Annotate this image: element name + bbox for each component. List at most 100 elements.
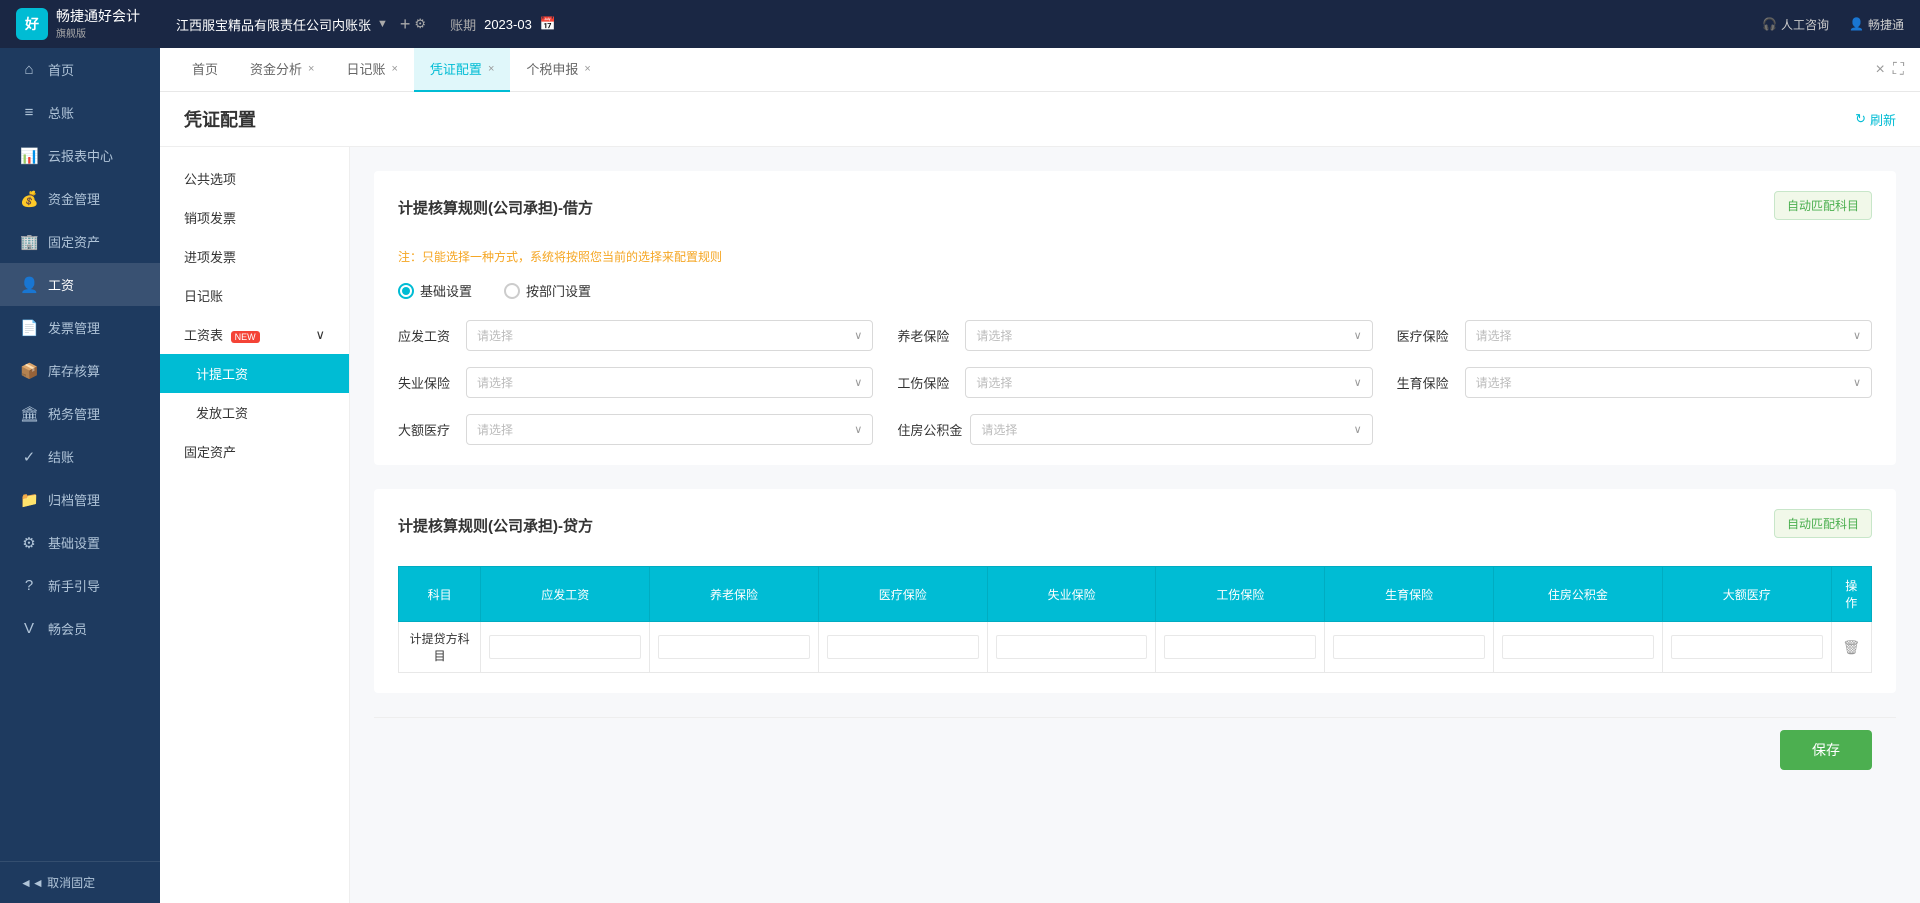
form-item-salary: 应发工资 请选择 ∨ — [398, 320, 873, 351]
tab-voucher-close-icon[interactable]: × — [488, 63, 494, 75]
td-maternity[interactable] — [1325, 622, 1494, 673]
td-unemployment[interactable] — [987, 622, 1156, 673]
input-large-medical[interactable] — [1671, 635, 1823, 659]
radio-dept-label: 按部门设置 — [526, 281, 591, 300]
left-nav-sales-invoice[interactable]: 销项发票 — [160, 198, 349, 237]
company-selector[interactable]: 江西服宝精品有限责任公司内账张 ▼ — [176, 15, 388, 34]
sidebar-label-inventory: 库存核算 — [48, 361, 100, 380]
select-medical[interactable]: 请选择 ∨ — [1465, 320, 1872, 351]
settings-icon[interactable]: ⚙ — [414, 16, 426, 32]
sidebar-item-salary[interactable]: 👤 工资 — [0, 263, 160, 306]
td-delete[interactable]: 🗑 — [1831, 622, 1871, 673]
input-maternity[interactable] — [1333, 635, 1485, 659]
calendar-icon[interactable]: 📅 — [540, 16, 556, 32]
sidebar-item-invoice[interactable]: 📄 发票管理 — [0, 306, 160, 349]
sidebar-item-inventory[interactable]: 📦 库存核算 — [0, 349, 160, 392]
th-pension: 养老保险 — [650, 567, 819, 622]
tab-journal-close-icon[interactable]: × — [391, 63, 397, 75]
left-nav-pay-salary[interactable]: 发放工资 — [160, 393, 349, 432]
left-nav-accrue-salary[interactable]: 计提工资 — [160, 354, 349, 393]
credit-title: 计提核算规则(公司承担)-贷方 — [398, 515, 593, 536]
tab-tax-label: 个税申报 — [526, 59, 578, 78]
radio-group: 基础设置 按部门设置 — [398, 281, 1872, 300]
sidebar-item-close[interactable]: ✓ 结账 — [0, 435, 160, 478]
delete-icon[interactable]: 🗑 — [1842, 639, 1860, 655]
label-medical: 医疗保险 — [1397, 326, 1457, 345]
input-housing[interactable] — [1502, 635, 1654, 659]
td-pension[interactable] — [650, 622, 819, 673]
user-area[interactable]: 👤 畅捷通 — [1849, 16, 1904, 33]
select-unemployment[interactable]: 请选择 ∨ — [466, 367, 873, 398]
left-nav-salary-group[interactable]: 工资表 NEW ∨ — [160, 315, 349, 354]
input-pension[interactable] — [658, 635, 810, 659]
td-salary[interactable] — [481, 622, 650, 673]
refresh-button[interactable]: ↻ 刷新 — [1855, 110, 1896, 129]
debit-auto-match-button[interactable]: 自动匹配科目 — [1774, 191, 1872, 220]
sidebar-item-settings[interactable]: ⚙ 基础设置 — [0, 521, 160, 564]
sidebar-item-tax[interactable]: 🏛 税务管理 — [0, 392, 160, 435]
input-medical[interactable] — [827, 635, 979, 659]
assets-icon: 🏢 — [20, 233, 38, 251]
select-injury-value: 请选择 — [976, 374, 1012, 391]
tab-funds-close-icon[interactable]: × — [308, 63, 314, 75]
logo-icon: 好 — [16, 8, 48, 40]
left-nav-salary-label: 工资表 — [184, 328, 223, 343]
tab-tax[interactable]: 个税申报 × — [510, 48, 606, 92]
unpin-label: ◄◄ 取消固定 — [20, 874, 95, 891]
input-salary[interactable] — [489, 635, 641, 659]
label-unemployment: 失业保险 — [398, 373, 458, 392]
main-panel: 计提核算规则(公司承担)-借方 自动匹配科目 注：只能选择一种方式，系统将按照您… — [350, 147, 1920, 903]
tab-tax-close-icon[interactable]: × — [584, 63, 590, 75]
radio-department[interactable]: 按部门设置 — [504, 281, 591, 300]
left-nav-public[interactable]: 公共选项 — [160, 159, 349, 198]
th-maternity: 生育保险 — [1325, 567, 1494, 622]
sidebar-label-ledger: 总账 — [48, 103, 74, 122]
sidebar-item-guide[interactable]: ? 新手引导 — [0, 564, 160, 607]
tab-journal[interactable]: 日记账 × — [330, 48, 413, 92]
tab-voucher[interactable]: 凭证配置 × — [414, 48, 510, 92]
td-housing[interactable] — [1494, 622, 1663, 673]
settings-sidebar-icon: ⚙ — [20, 534, 38, 552]
select-salary[interactable]: 请选择 ∨ — [466, 320, 873, 351]
sidebar-item-home[interactable]: ⌂ 首页 — [0, 48, 160, 91]
add-button[interactable]: + — [400, 14, 411, 35]
input-unemployment[interactable] — [996, 635, 1148, 659]
sidebar-label-tax: 税务管理 — [48, 404, 100, 423]
sidebar-item-funds[interactable]: 💰 资金管理 — [0, 177, 160, 220]
sidebar-item-ledger[interactable]: ≡ 总账 — [0, 91, 160, 134]
th-medical: 医疗保险 — [818, 567, 987, 622]
select-maternity[interactable]: 请选择 ∨ — [1465, 367, 1872, 398]
left-nav-fixed-assets[interactable]: 固定资产 — [160, 432, 349, 471]
td-large-medical[interactable] — [1662, 622, 1831, 673]
app-sub: 旗舰版 — [56, 25, 140, 40]
main-layout: ⌂ 首页 ≡ 总账 📊 云报表中心 💰 资金管理 🏢 固定资产 👤 工资 📄 发… — [0, 48, 1920, 903]
sidebar-item-vip[interactable]: V 畅会员 — [0, 607, 160, 650]
input-injury[interactable] — [1164, 635, 1316, 659]
sidebar-item-archive[interactable]: 📁 归档管理 — [0, 478, 160, 521]
save-area: 保存 — [374, 717, 1896, 782]
unpin-button[interactable]: ◄◄ 取消固定 — [0, 861, 160, 903]
debit-title: 计提核算规则(公司承担)-借方 — [398, 197, 593, 218]
app-name: 畅捷通好会计 — [56, 8, 140, 25]
left-nav-purchase-invoice[interactable]: 进项发票 — [160, 237, 349, 276]
radio-basic[interactable]: 基础设置 — [398, 281, 472, 300]
tab-funds[interactable]: 资金分析 × — [234, 48, 330, 92]
select-medical-arrow-icon: ∨ — [1853, 329, 1861, 342]
select-housing[interactable]: 请选择 ∨ — [970, 414, 1372, 445]
td-injury[interactable] — [1156, 622, 1325, 673]
td-medical[interactable] — [818, 622, 987, 673]
label-pension: 养老保险 — [897, 326, 957, 345]
tab-expand-icon[interactable]: ⛶ — [1893, 61, 1904, 79]
select-pension[interactable]: 请选择 ∨ — [965, 320, 1372, 351]
select-large-medical[interactable]: 请选择 ∨ — [466, 414, 873, 445]
radio-basic-circle — [398, 283, 414, 299]
tab-home[interactable]: 首页 — [176, 48, 234, 92]
sidebar-item-assets[interactable]: 🏢 固定资产 — [0, 220, 160, 263]
sidebar-item-reports[interactable]: 📊 云报表中心 — [0, 134, 160, 177]
left-nav-journal[interactable]: 日记账 — [160, 276, 349, 315]
human-service-button[interactable]: 🎧 人工咨询 — [1762, 16, 1829, 33]
credit-auto-match-button[interactable]: 自动匹配科目 — [1774, 509, 1872, 538]
tab-close-all-icon[interactable]: × — [1875, 61, 1884, 79]
select-injury[interactable]: 请选择 ∨ — [965, 367, 1372, 398]
save-button[interactable]: 保存 — [1780, 730, 1872, 770]
